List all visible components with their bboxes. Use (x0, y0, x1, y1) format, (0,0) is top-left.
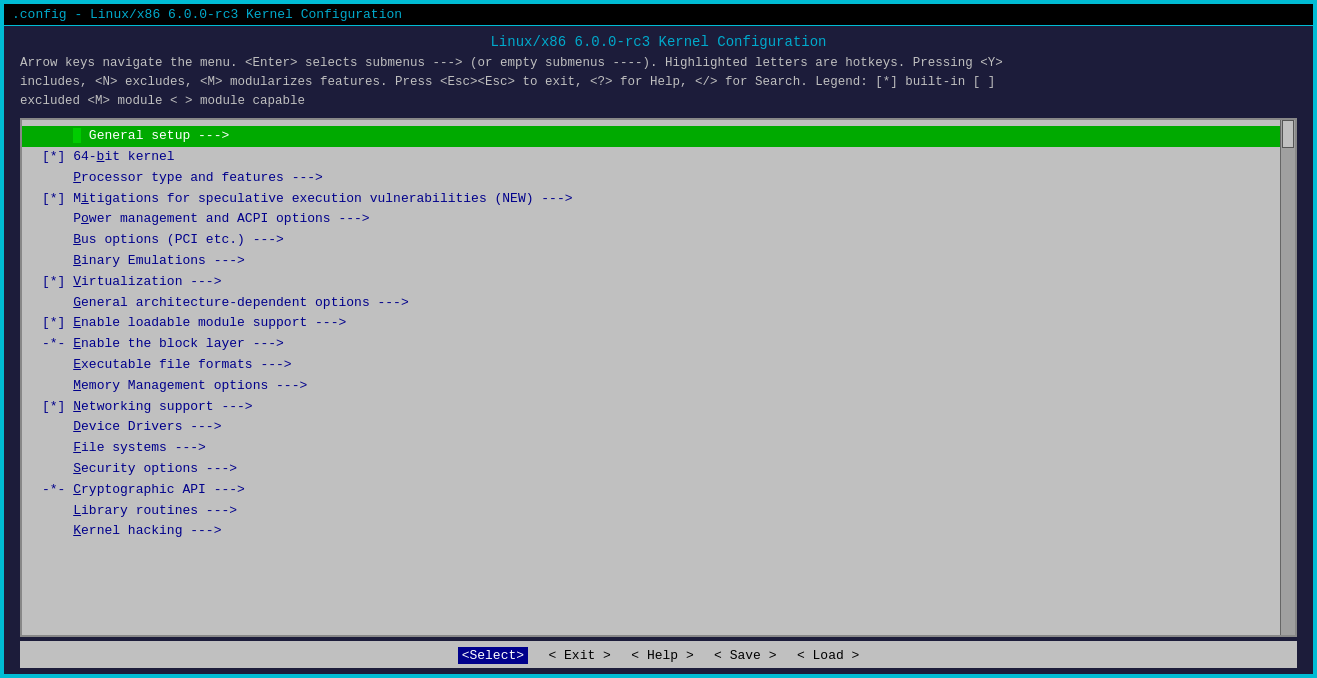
body: Linux/x86 6.0.0-rc3 Kernel Configuration… (4, 26, 1313, 674)
help-line-2: includes, <N> excludes, <M> modularizes … (20, 73, 1297, 92)
menu-item-kernel-hacking[interactable]: Kernel hacking ---> (22, 521, 1280, 542)
select-button[interactable]: <Select> (458, 647, 528, 664)
footer-buttons: <Select> < Exit > < Help > < Save > < Lo… (20, 641, 1297, 668)
menu-item-networking[interactable]: [*] Networking support ---> (22, 397, 1280, 418)
help-line-1: Arrow keys navigate the menu. <Enter> se… (20, 54, 1297, 73)
title-bar: .config - Linux/x86 6.0.0-rc3 Kernel Con… (4, 4, 1313, 26)
menu-item-power[interactable]: Power management and ACPI options ---> (22, 209, 1280, 230)
help-text-area: Arrow keys navigate the menu. <Enter> se… (20, 54, 1297, 110)
menu-item-library[interactable]: Library routines ---> (22, 501, 1280, 522)
outer-window: .config - Linux/x86 6.0.0-rc3 Kernel Con… (0, 0, 1317, 678)
load-button[interactable]: < Load > (797, 648, 859, 663)
help-line-3: excluded <M> module < > module capable (20, 92, 1297, 111)
scrollbar-thumb[interactable] (1282, 120, 1294, 148)
save-button[interactable]: < Save > (714, 648, 776, 663)
menu-item-loadable[interactable]: [*] Enable loadable module support ---> (22, 313, 1280, 334)
menu-item-filesystems[interactable]: File systems ---> (22, 438, 1280, 459)
menu-items: General setup ---> [*] 64-bit kernel Pro… (22, 120, 1280, 635)
menu-item-general-arch[interactable]: General architecture-dependent options -… (22, 293, 1280, 314)
menu-box: General setup ---> [*] 64-bit kernel Pro… (20, 118, 1297, 637)
menu-item-memory[interactable]: Memory Management options ---> (22, 376, 1280, 397)
menu-item-block[interactable]: -*- Enable the block layer ---> (22, 334, 1280, 355)
center-title: Linux/x86 6.0.0-rc3 Kernel Configuration (20, 34, 1297, 50)
menu-item-general-setup[interactable]: General setup ---> (22, 126, 1280, 147)
menu-item-bus[interactable]: Bus options (PCI etc.) ---> (22, 230, 1280, 251)
menu-item-mitigations[interactable]: [*] Mitigations for speculative executio… (22, 189, 1280, 210)
menu-item-64bit[interactable]: [*] 64-bit kernel (22, 147, 1280, 168)
menu-item-binary[interactable]: Binary Emulations ---> (22, 251, 1280, 272)
window-title: .config - Linux/x86 6.0.0-rc3 Kernel Con… (12, 7, 402, 22)
menu-item-crypto[interactable]: -*- Cryptographic API ---> (22, 480, 1280, 501)
menu-item-security[interactable]: Security options ---> (22, 459, 1280, 480)
general-setup-indicator (73, 128, 81, 143)
help-button[interactable]: < Help > (631, 648, 693, 663)
menu-item-virtualization[interactable]: [*] Virtualization ---> (22, 272, 1280, 293)
scrollbar[interactable] (1280, 120, 1295, 635)
exit-button[interactable]: < Exit > (548, 648, 610, 663)
menu-item-processor[interactable]: Processor type and features ---> (22, 168, 1280, 189)
menu-item-device-drivers[interactable]: Device Drivers ---> (22, 417, 1280, 438)
menu-item-executable[interactable]: Executable file formats ---> (22, 355, 1280, 376)
